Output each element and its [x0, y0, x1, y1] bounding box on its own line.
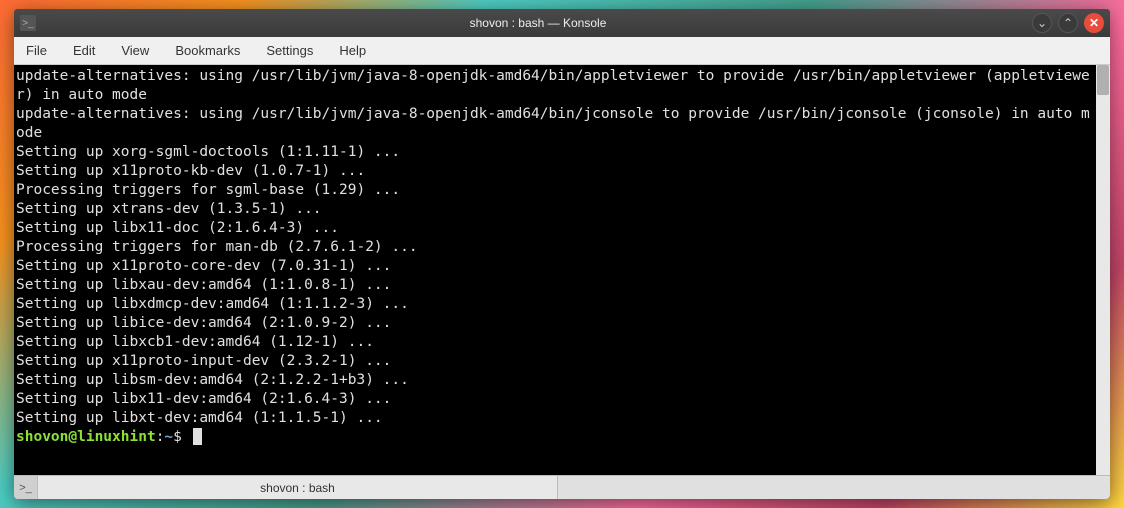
prompt-dollar: $ [173, 429, 190, 445]
terminal-line: Setting up libsm-dev:amd64 (2:1.2.2-1+b3… [16, 371, 1096, 390]
terminal-line: Setting up libx11-dev:amd64 (2:1.6.4-3) … [16, 390, 1096, 409]
terminal-line: Setting up libx11-doc (2:1.6.4-3) ... [16, 219, 1096, 238]
titlebar[interactable]: >_ shovon : bash — Konsole ⌄ ⌃ ✕ [14, 9, 1110, 37]
terminal-icon: >_ [19, 482, 32, 494]
konsole-window: >_ shovon : bash — Konsole ⌄ ⌃ ✕ File Ed… [14, 9, 1110, 499]
terminal-line: update-alternatives: using /usr/lib/jvm/… [16, 105, 1096, 143]
menu-file[interactable]: File [22, 41, 51, 60]
menu-bookmarks[interactable]: Bookmarks [171, 41, 244, 60]
menubar: File Edit View Bookmarks Settings Help [14, 37, 1110, 65]
terminal-line: Processing triggers for sgml-base (1.29)… [16, 181, 1096, 200]
terminal-line: Setting up libxdmcp-dev:amd64 (1:1.1.2-3… [16, 295, 1096, 314]
terminal-line: update-alternatives: using /usr/lib/jvm/… [16, 67, 1096, 105]
prompt-path: ~ [164, 429, 173, 445]
terminal[interactable]: update-alternatives: using /usr/lib/jvm/… [14, 65, 1096, 475]
chevron-down-icon: ⌄ [1037, 16, 1047, 30]
terminal-icon: >_ [22, 18, 33, 29]
app-icon: >_ [20, 15, 36, 31]
chevron-up-icon: ⌃ [1063, 16, 1073, 30]
menu-view[interactable]: View [117, 41, 153, 60]
terminal-line: Setting up libxcb1-dev:amd64 (1.12-1) ..… [16, 333, 1096, 352]
scroll-thumb[interactable] [1097, 65, 1109, 95]
minimize-button[interactable]: ⌄ [1032, 13, 1052, 33]
new-tab-button[interactable]: >_ [14, 476, 38, 499]
window-title: shovon : bash — Konsole [44, 16, 1032, 30]
terminal-line: Setting up x11proto-input-dev (2.3.2-1) … [16, 352, 1096, 371]
terminal-line: Setting up x11proto-kb-dev (1.0.7-1) ... [16, 162, 1096, 181]
desktop-background: >_ shovon : bash — Konsole ⌄ ⌃ ✕ File Ed… [0, 0, 1124, 508]
terminal-prompt-line: shovon@linuxhint:~$ [16, 428, 1096, 447]
tab-1[interactable]: shovon : bash [38, 476, 558, 499]
terminal-line: Setting up x11proto-core-dev (7.0.31-1) … [16, 257, 1096, 276]
window-controls: ⌄ ⌃ ✕ [1032, 13, 1104, 33]
maximize-button[interactable]: ⌃ [1058, 13, 1078, 33]
terminal-cursor [193, 428, 202, 445]
terminal-line: Setting up libxt-dev:amd64 (1:1.1.5-1) .… [16, 409, 1096, 428]
prompt-user-host: shovon@linuxhint [16, 429, 156, 445]
close-button[interactable]: ✕ [1084, 13, 1104, 33]
menu-help[interactable]: Help [335, 41, 370, 60]
menu-edit[interactable]: Edit [69, 41, 99, 60]
tabbar: >_ shovon : bash [14, 475, 1110, 499]
terminal-line: Setting up libice-dev:amd64 (2:1.0.9-2) … [16, 314, 1096, 333]
terminal-line: Setting up xorg-sgml-doctools (1:1.11-1)… [16, 143, 1096, 162]
menu-settings[interactable]: Settings [262, 41, 317, 60]
scrollbar[interactable] [1096, 65, 1110, 475]
terminal-container: update-alternatives: using /usr/lib/jvm/… [14, 65, 1110, 475]
close-icon: ✕ [1089, 16, 1099, 30]
terminal-line: Setting up libxau-dev:amd64 (1:1.0.8-1) … [16, 276, 1096, 295]
terminal-line: Setting up xtrans-dev (1.3.5-1) ... [16, 200, 1096, 219]
terminal-line: Processing triggers for man-db (2.7.6.1-… [16, 238, 1096, 257]
